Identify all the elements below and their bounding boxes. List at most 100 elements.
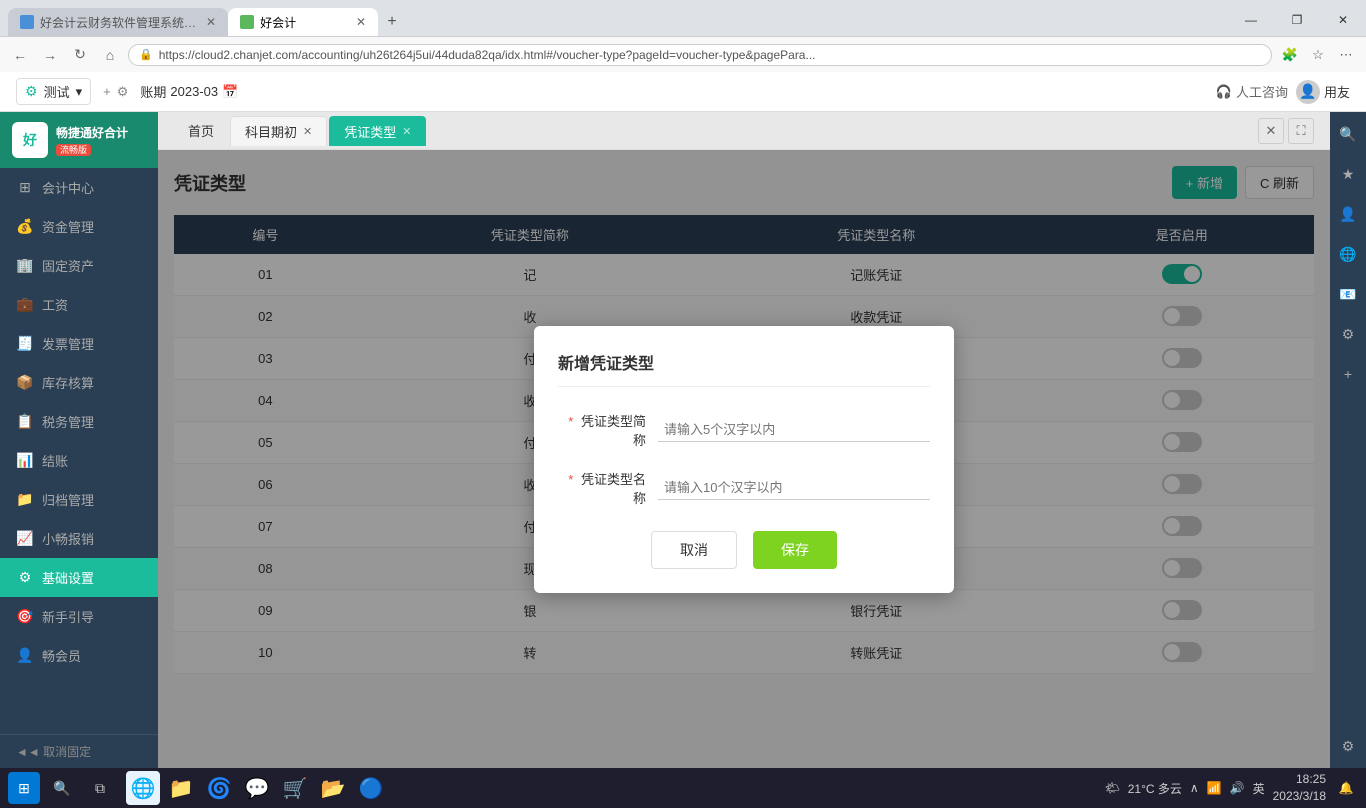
wechat-icon: 💬 bbox=[245, 776, 270, 801]
tab-favicon-1 bbox=[20, 15, 34, 29]
right-search-icon[interactable]: 🔍 bbox=[1334, 120, 1362, 148]
tab-2[interactable]: 好会计 ✕ bbox=[228, 8, 378, 36]
modal-overlay: 新增凭证类型 * 凭证类型简称 * 凭证类型名称 bbox=[158, 150, 1330, 768]
taskbar-wechat[interactable]: 💬 bbox=[240, 771, 274, 805]
explorer-icon: 📁 bbox=[169, 776, 194, 801]
sidebar-item-funds[interactable]: 💰 资金管理 bbox=[0, 207, 158, 246]
clock-time: 18:25 bbox=[1273, 771, 1326, 788]
home-button[interactable]: ⌂ bbox=[98, 43, 122, 67]
right-globe-icon[interactable]: 🌐 bbox=[1334, 240, 1362, 268]
calendar-icon: 📅 bbox=[222, 84, 238, 100]
tab-minimize-button[interactable]: ✕ bbox=[1258, 118, 1284, 144]
tab-voucher-type[interactable]: 凭证类型 ✕ bbox=[329, 116, 426, 146]
voucher-short-input[interactable] bbox=[658, 418, 930, 442]
right-user-icon[interactable]: 👤 bbox=[1334, 200, 1362, 228]
sidebar-item-tax[interactable]: 📋 税务管理 bbox=[0, 402, 158, 441]
cancel-button[interactable]: 取消 bbox=[651, 531, 737, 569]
tab-1[interactable]: 好会计云财务软件管理系统_会计 ✕ bbox=[8, 8, 228, 36]
settings-gear-icon: ⚙ bbox=[117, 84, 129, 100]
chrome-icon: 🌐 bbox=[131, 776, 156, 801]
sidebar-item-salary[interactable]: 💼 工资 bbox=[0, 285, 158, 324]
user-button[interactable]: 👤 用友 bbox=[1296, 80, 1350, 104]
new-tab-button[interactable]: + bbox=[378, 8, 406, 36]
inventory-icon: 📦 bbox=[16, 374, 34, 392]
tab-label-1: 好会计云财务软件管理系统_会计 bbox=[40, 14, 200, 31]
back-button[interactable]: ← bbox=[8, 43, 32, 67]
sidebar-item-settings[interactable]: ⚙ 基础设置 bbox=[0, 558, 158, 597]
guide-icon: 🎯 bbox=[16, 608, 34, 626]
dashboard-icon: ⊞ bbox=[16, 179, 34, 197]
cancel-pin-button[interactable]: ◄◄ 取消固定 bbox=[0, 734, 158, 768]
taskbar-file-explorer[interactable]: 📁 bbox=[164, 771, 198, 805]
taskbar-files[interactable]: 📂 bbox=[316, 771, 350, 805]
sidebar-label-dashboard: 会计中心 bbox=[42, 178, 94, 197]
consult-label: 人工咨询 bbox=[1236, 82, 1288, 101]
sidebar-item-report[interactable]: 📈 小畅报销 bbox=[0, 519, 158, 558]
voucher-name-input[interactable] bbox=[658, 476, 930, 500]
close-button[interactable]: ✕ bbox=[1320, 4, 1366, 36]
invoice-icon: 🧾 bbox=[16, 335, 34, 353]
right-star-icon[interactable]: ★ bbox=[1334, 160, 1362, 188]
url-input[interactable]: 🔒 https://cloud2.chanjet.com/accounting/… bbox=[128, 44, 1272, 66]
search-taskbar-btn[interactable]: 🔍 bbox=[46, 772, 78, 804]
taskbar-browser2[interactable]: 🔵 bbox=[354, 771, 388, 805]
right-add-icon[interactable]: + bbox=[1334, 360, 1362, 388]
refresh-button[interactable]: ↻ bbox=[68, 43, 92, 67]
add-workspace-btn[interactable]: + ⚙ bbox=[103, 84, 128, 100]
notification-button[interactable]: 🔔 bbox=[1334, 776, 1358, 800]
sidebar-item-settlement[interactable]: 📊 结账 bbox=[0, 441, 158, 480]
right-settings-icon[interactable]: ⚙ bbox=[1334, 320, 1362, 348]
workspace-dropdown-icon: ▾ bbox=[76, 84, 83, 100]
subject-tab-close[interactable]: ✕ bbox=[303, 125, 312, 138]
taskbar-apps: 🌐 📁 🌀 💬 🛒 📂 🔵 bbox=[126, 771, 388, 805]
task-view-btn[interactable]: ⧉ bbox=[84, 772, 116, 804]
tab-subject[interactable]: 科目期初 ✕ bbox=[230, 116, 327, 146]
sidebar-item-dashboard[interactable]: ⊞ 会计中心 bbox=[0, 168, 158, 207]
consult-button[interactable]: 🎧 人工咨询 bbox=[1216, 82, 1288, 101]
extensions-button[interactable]: 🧩 bbox=[1278, 43, 1302, 67]
app-top-bar: ⚙ 测试 ▾ + ⚙ 账期 2023-03 📅 🎧 人工咨询 👤 用友 bbox=[0, 72, 1366, 112]
sidebar-item-guide[interactable]: 🎯 新手引导 bbox=[0, 597, 158, 636]
member-icon: 👤 bbox=[16, 647, 34, 665]
lock-icon: 🔒 bbox=[139, 48, 153, 61]
tab-expand-button[interactable]: ⛶ bbox=[1288, 118, 1314, 144]
clock-date: 2023/3/18 bbox=[1273, 788, 1326, 805]
workspace-selector[interactable]: ⚙ 测试 ▾ bbox=[16, 78, 91, 105]
sidebar-item-member[interactable]: 👤 畅会员 bbox=[0, 636, 158, 675]
taskbar-chrome[interactable]: 🌐 bbox=[126, 771, 160, 805]
start-button[interactable]: ⊞ bbox=[8, 772, 40, 804]
period-info: 账期 2023-03 📅 bbox=[140, 82, 238, 101]
window-controls: — ❐ ✕ bbox=[1228, 4, 1366, 36]
taskbar-store[interactable]: 🛒 bbox=[278, 771, 312, 805]
minimize-button[interactable]: — bbox=[1228, 4, 1274, 36]
add-voucher-type-modal: 新增凭证类型 * 凭证类型简称 * 凭证类型名称 bbox=[534, 326, 954, 593]
sidebar-item-inventory[interactable]: 📦 库存核算 bbox=[0, 363, 158, 402]
cancel-pin-label: 取消固定 bbox=[43, 745, 91, 759]
sound-icon: 🔊 bbox=[1230, 781, 1245, 795]
voucher-tab-close[interactable]: ✕ bbox=[402, 125, 411, 138]
sidebar-label-tax: 税务管理 bbox=[42, 412, 94, 431]
forward-button[interactable]: → bbox=[38, 43, 62, 67]
taskbar-edge[interactable]: 🌀 bbox=[202, 771, 236, 805]
headset-icon: 🎧 bbox=[1216, 84, 1232, 100]
sidebar-item-archive[interactable]: 📁 归档管理 bbox=[0, 480, 158, 519]
top-bar-actions: 🎧 人工咨询 👤 用友 bbox=[1216, 80, 1350, 104]
bookmark-button[interactable]: ☆ bbox=[1306, 43, 1330, 67]
tab-home[interactable]: 首页 bbox=[174, 116, 228, 146]
right-config-icon[interactable]: ⚙ bbox=[1334, 732, 1362, 760]
sidebar-logo[interactable]: 好 畅捷通好合计 流畅版 bbox=[0, 112, 158, 168]
period-value: 2023-03 bbox=[170, 84, 218, 99]
logo-badge-text: 流畅版 bbox=[56, 144, 91, 156]
modal-title: 新增凭证类型 bbox=[558, 350, 930, 387]
maximize-button[interactable]: ❐ bbox=[1274, 4, 1320, 36]
sidebar-label-member: 畅会员 bbox=[42, 646, 81, 665]
store-icon: 🛒 bbox=[283, 776, 308, 801]
save-button[interactable]: 保存 bbox=[753, 531, 837, 569]
tab-close-1[interactable]: ✕ bbox=[206, 15, 216, 29]
right-mail-icon[interactable]: 📧 bbox=[1334, 280, 1362, 308]
settings-button[interactable]: ⋯ bbox=[1334, 43, 1358, 67]
files-icon: 📂 bbox=[321, 776, 346, 801]
sidebar-item-invoice[interactable]: 🧾 发票管理 bbox=[0, 324, 158, 363]
sidebar-item-fixed[interactable]: 🏢 固定资产 bbox=[0, 246, 158, 285]
tab-close-2[interactable]: ✕ bbox=[356, 15, 366, 29]
